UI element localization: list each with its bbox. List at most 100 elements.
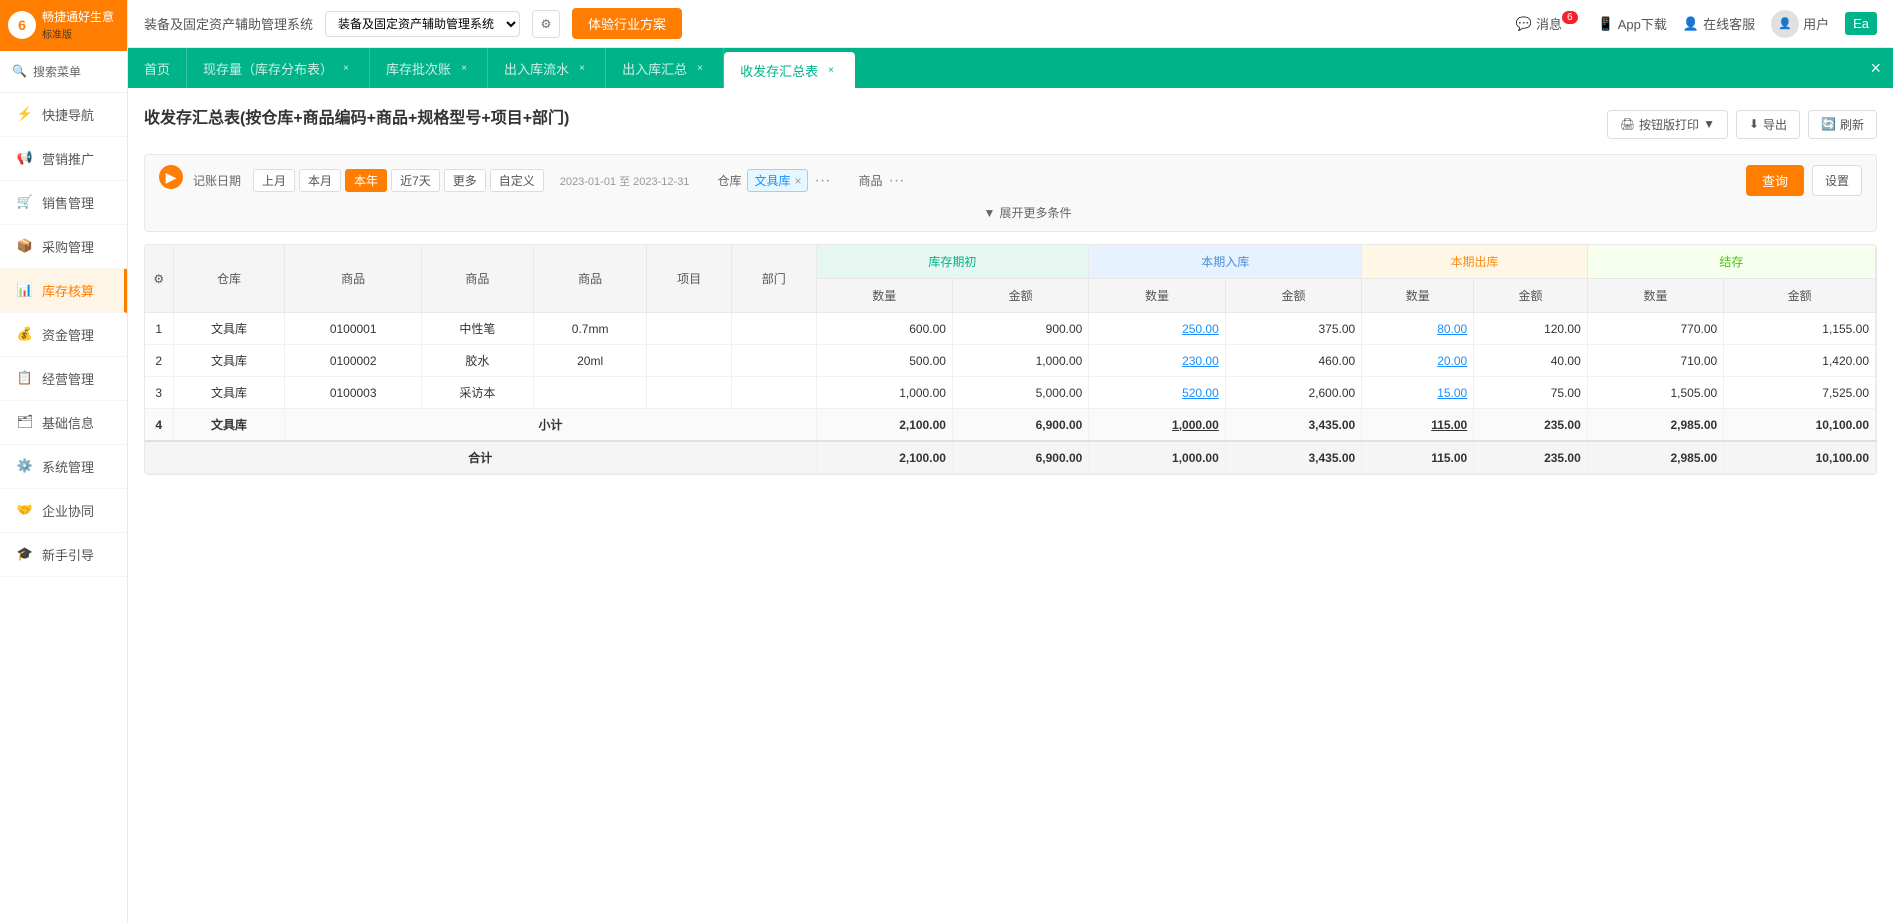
main-content: 装备及固定资产辅助管理系统 装备及固定资产辅助管理系统 ⚙ 体验行业方案 💬 消… — [128, 0, 1893, 923]
cell-spec: 20ml — [533, 345, 647, 377]
table-row: 3 文具库 0100003 采访本 1,000.00 5,000.00 520.… — [145, 377, 1876, 409]
goods-filter: 商品 ··· — [858, 172, 904, 190]
query-button[interactable]: 查询 — [1746, 165, 1804, 196]
cell-dept — [731, 313, 816, 345]
sidebar-item-quick-nav[interactable]: ⚡快捷导航 — [0, 93, 127, 137]
sidebar-item-marketing[interactable]: 📢营销推广 — [0, 137, 127, 181]
export-button[interactable]: ⬇ 导出 — [1736, 110, 1800, 139]
sidebar-menu: ⚡快捷导航📢营销推广🛒销售管理📦采购管理📊库存核算💰资金管理📋经营管理🗂基础信息… — [0, 93, 127, 923]
expand-more-btn[interactable]: ▼ 展开更多条件 — [193, 204, 1862, 221]
sidebar-item-inventory[interactable]: 📊库存核算 — [0, 269, 127, 313]
table-footer-row: 合计 2,100.00 6,900.00 1,000.00 3,435.00 1… — [145, 441, 1876, 474]
warehouse-more-button[interactable]: ··· — [814, 172, 830, 190]
date-range-display: 2023-01-01 至 2023-12-31 — [560, 173, 690, 189]
cell-in-amt: 2,600.00 — [1225, 377, 1361, 409]
online-service-button[interactable]: 👤 在线客服 — [1683, 14, 1755, 33]
tab-close-batch[interactable]: × — [457, 61, 471, 75]
sidebar-item-collab[interactable]: 🤝企业协同 — [0, 489, 127, 533]
tabs-close-all-button[interactable]: × — [1858, 58, 1893, 79]
sidebar-item-purchase[interactable]: 📦采购管理 — [0, 225, 127, 269]
tab-flow[interactable]: 出入库流水× — [488, 48, 606, 88]
trial-button[interactable]: 体验行业方案 — [572, 8, 682, 39]
tab-close-flow[interactable]: × — [575, 61, 589, 75]
th-settings[interactable]: ⚙ — [145, 245, 173, 313]
subtotal-open-amt: 6,900.00 — [952, 409, 1088, 442]
table-subtotal-row: 4 文具库 小计 2,100.00 6,900.00 1,000.00 3,43… — [145, 409, 1876, 442]
tab-recv-send[interactable]: 收发存汇总表× — [724, 52, 855, 88]
tab-batch[interactable]: 库存批次账 × — [370, 48, 488, 88]
date-btn-本年[interactable]: 本年 — [345, 169, 387, 192]
th-outbound-group: 本期出库 — [1362, 245, 1588, 279]
in-qty-link[interactable]: 520.00 — [1182, 386, 1219, 400]
online-service-label: 在线客服 — [1703, 14, 1755, 33]
cell-bal-amt: 1,155.00 — [1724, 313, 1876, 345]
table-row: 2 文具库 0100002 胶水 20ml 500.00 1,000.00 23… — [145, 345, 1876, 377]
cell-open-qty: 1,000.00 — [816, 377, 952, 409]
sidebar-item-guide[interactable]: 🎓新手引导 — [0, 533, 127, 577]
in-qty-link[interactable]: 230.00 — [1182, 354, 1219, 368]
user-area[interactable]: 👤 用户 — [1771, 10, 1829, 38]
ea-badge: Ea — [1845, 12, 1877, 35]
warehouse-tag[interactable]: 文具库 × — [747, 169, 808, 192]
cell-in-qty[interactable]: 250.00 — [1089, 313, 1225, 345]
cell-dept — [731, 377, 816, 409]
filter-expand-arrow[interactable]: ▶ — [159, 165, 183, 189]
messages-button[interactable]: 💬 消息 6 — [1516, 14, 1582, 33]
app-download-button[interactable]: 📱 App下载 — [1598, 14, 1667, 33]
cell-open-qty: 600.00 — [816, 313, 952, 345]
out-qty-link[interactable]: 15.00 — [1437, 386, 1467, 400]
refresh-button[interactable]: 🔄 刷新 — [1808, 110, 1877, 139]
cell-in-qty[interactable]: 230.00 — [1089, 345, 1225, 377]
cell-out-amt: 40.00 — [1474, 345, 1588, 377]
tab-close-inventory-dist[interactable]: × — [339, 61, 353, 75]
sidebar-item-basic[interactable]: 🗂基础信息 — [0, 401, 127, 445]
tab-label-batch: 库存批次账 — [386, 59, 451, 78]
sidebar-item-label-sales: 销售管理 — [42, 193, 94, 212]
date-btn-更多[interactable]: 更多 — [444, 169, 486, 192]
tab-summary[interactable]: 出入库汇总× — [606, 48, 724, 88]
out-qty-link[interactable]: 80.00 — [1437, 322, 1467, 336]
cell-code: 0100001 — [285, 313, 421, 345]
warehouse-tag-close-icon[interactable]: × — [794, 174, 801, 188]
cell-in-qty[interactable]: 520.00 — [1089, 377, 1225, 409]
messages-badge: 6 — [1562, 11, 1578, 24]
sidebar-item-label-operation: 经营管理 — [42, 369, 94, 388]
footer-in-amt: 3,435.00 — [1225, 441, 1361, 474]
sidebar-item-label-inventory: 库存核算 — [42, 281, 94, 300]
cell-out-qty[interactable]: 20.00 — [1362, 345, 1474, 377]
gear-button[interactable]: ⚙ — [532, 10, 560, 38]
th-bal-qty: 数量 — [1587, 279, 1723, 313]
logo-title: 畅捷通好生意 — [42, 10, 114, 26]
out-qty-link[interactable]: 20.00 — [1437, 354, 1467, 368]
purchase-icon: 📦 — [16, 237, 34, 255]
system-title: 装备及固定资产辅助管理系统 — [144, 14, 313, 33]
sidebar-item-system[interactable]: ⚙️系统管理 — [0, 445, 127, 489]
date-btn-本月[interactable]: 本月 — [299, 169, 341, 192]
tab-close-summary[interactable]: × — [693, 61, 707, 75]
date-btn-自定义[interactable]: 自定义 — [490, 169, 544, 192]
cell-out-qty[interactable]: 80.00 — [1362, 313, 1474, 345]
sidebar-search-area[interactable]: 🔍 搜索菜单 — [0, 51, 127, 93]
subtotal-in-amt: 3,435.00 — [1225, 409, 1361, 442]
goods-more-button[interactable]: ··· — [888, 172, 904, 190]
sidebar-item-operation[interactable]: 📋经营管理 — [0, 357, 127, 401]
cell-out-qty[interactable]: 15.00 — [1362, 377, 1474, 409]
sidebar-item-sales[interactable]: 🛒销售管理 — [0, 181, 127, 225]
date-btn-上月[interactable]: 上月 — [253, 169, 295, 192]
tab-inventory-dist[interactable]: 现存量（库存分布表）× — [187, 48, 370, 88]
footer-bal-qty: 2,985.00 — [1587, 441, 1723, 474]
sidebar-item-finance[interactable]: 💰资金管理 — [0, 313, 127, 357]
print-button[interactable]: 🖨 按钮版打印 ▼ — [1607, 110, 1728, 139]
tab-home[interactable]: 首页 — [128, 48, 187, 88]
refresh-icon: 🔄 — [1821, 117, 1836, 131]
tab-close-recv-send[interactable]: × — [824, 63, 838, 77]
system-select[interactable]: 装备及固定资产辅助管理系统 — [325, 11, 520, 37]
th-opening-group: 库存期初 — [816, 245, 1089, 279]
in-qty-link[interactable]: 250.00 — [1182, 322, 1219, 336]
settings-button[interactable]: 设置 — [1812, 165, 1862, 196]
date-btn-近7天[interactable]: 近7天 — [391, 169, 440, 192]
quick-nav-icon: ⚡ — [16, 105, 34, 123]
sidebar-item-label-guide: 新手引导 — [42, 545, 94, 564]
subtotal-warehouse: 文具库 — [173, 409, 285, 442]
search-menu-button[interactable]: 🔍 搜索菜单 — [8, 59, 119, 84]
